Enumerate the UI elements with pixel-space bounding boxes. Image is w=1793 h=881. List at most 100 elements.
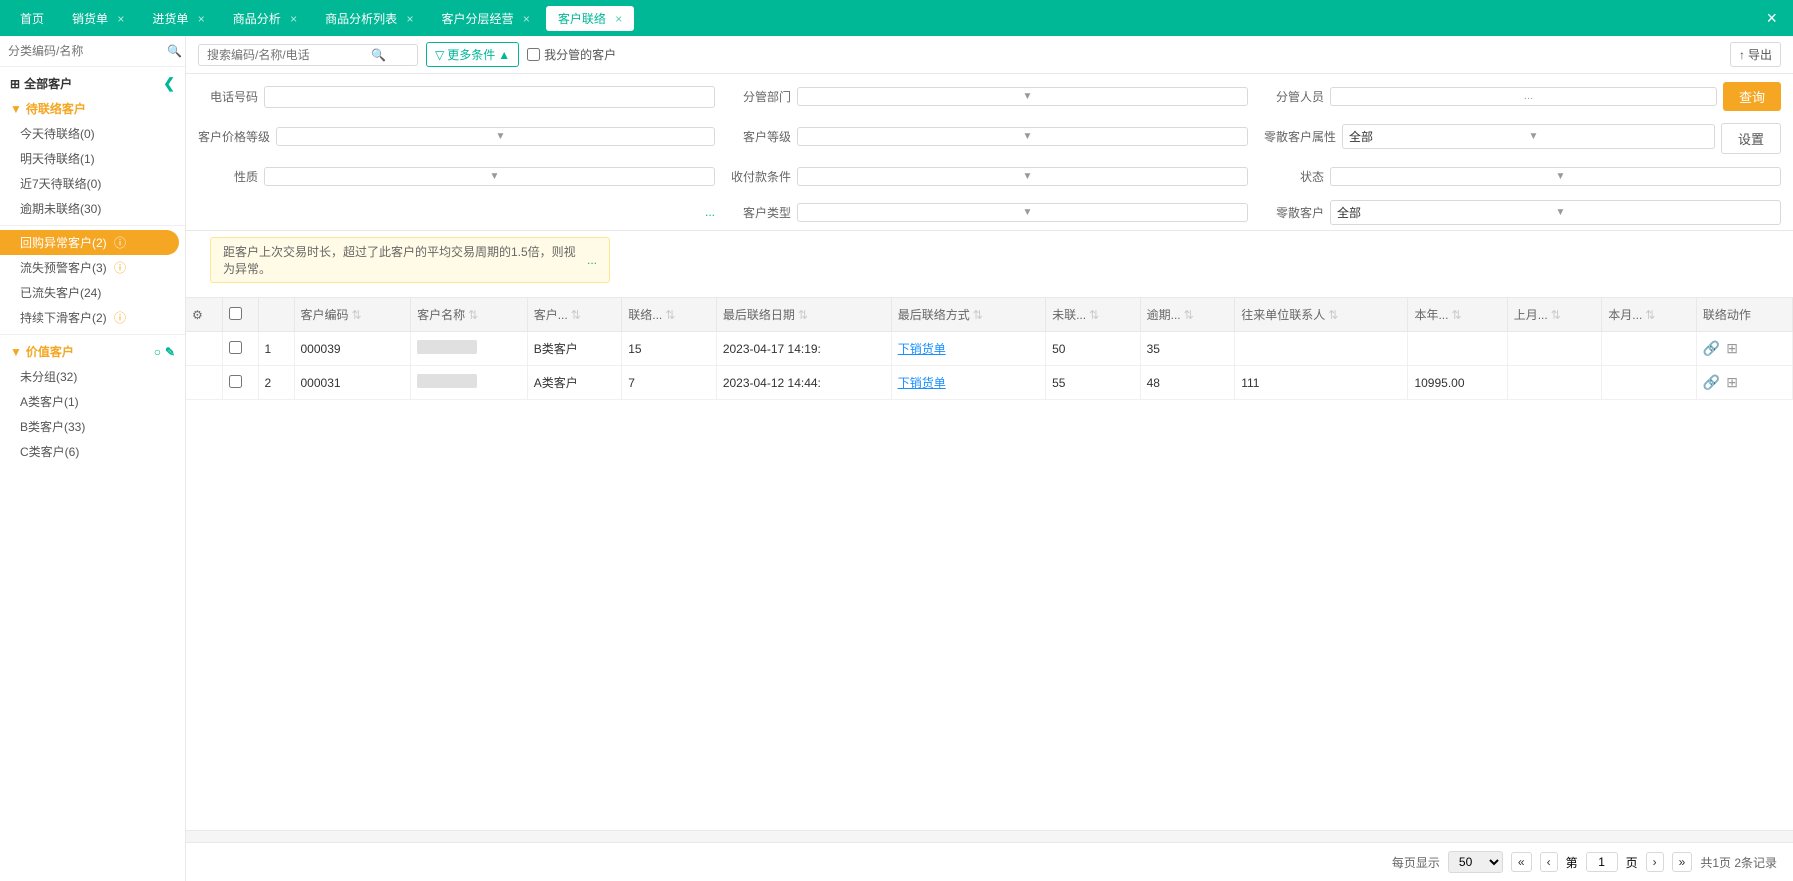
th-contact-label: 联络... <box>628 306 662 323</box>
price-level-select[interactable]: ▼ <box>276 127 715 146</box>
page-input[interactable] <box>1586 852 1618 872</box>
sort-customer-code-icon[interactable]: ⇅ <box>352 308 362 322</box>
my-customers-checkbox[interactable] <box>527 48 540 61</box>
prev-page-button[interactable]: ‹ <box>1540 852 1558 872</box>
customer-level-select[interactable]: ▼ <box>797 127 1248 146</box>
query-button[interactable]: 查询 <box>1723 82 1781 111</box>
sort-company-contact-icon[interactable]: ⇅ <box>1328 308 1338 322</box>
row1-last-contact-date: 2023-04-17 14:19: <box>716 332 891 366</box>
sort-last-contact-method-icon[interactable]: ⇅ <box>973 308 983 322</box>
more-conditions-button[interactable]: ▽ 更多条件 ▲ <box>426 42 519 67</box>
th-last-month: 上月... ⇅ <box>1507 298 1602 332</box>
sidebar-search-icon[interactable]: 🔍 <box>167 44 182 58</box>
tooltip-container: 距客户上次交易时长，超过了此客户的平均交易周期的1.5倍，则视为异常。 ... <box>186 231 1793 298</box>
row2-customer-name <box>411 366 528 400</box>
per-page-select[interactable]: 50 100 200 <box>1448 851 1503 873</box>
nav-purchase-order[interactable]: 进货单 × <box>140 6 216 31</box>
first-page-button[interactable]: « <box>1511 852 1532 872</box>
th-contact: 联络... ⇅ <box>622 298 717 332</box>
retail-customer-select[interactable]: 全部 ▼ <box>1330 200 1781 225</box>
row1-action-link-icon[interactable]: 🔗 <box>1703 340 1720 357</box>
close-customer-stratification-icon[interactable]: × <box>523 12 530 26</box>
manager-select[interactable]: … <box>1330 87 1717 106</box>
nav-customer-stratification[interactable]: 客户分层经营 × <box>430 6 542 31</box>
th-customer-code: 客户编码 ⇅ <box>294 298 411 332</box>
row1-action-grid-icon[interactable]: ⊞ <box>1726 340 1738 357</box>
sidebar-search-input[interactable] <box>8 44 163 58</box>
gender-select[interactable]: ▼ <box>264 167 715 186</box>
collapse-sidebar-icon[interactable]: ❮ <box>163 75 175 92</box>
close-sales-order-icon[interactable]: × <box>117 12 124 26</box>
nav-sales-order[interactable]: 销货单 × <box>60 6 136 31</box>
sort-overdue-icon[interactable]: ⇅ <box>1184 308 1194 322</box>
dept-select[interactable]: ▼ <box>797 87 1248 106</box>
row1-checkbox[interactable] <box>229 341 242 354</box>
value-customer-edit-icon[interactable]: ✎ <box>165 345 175 359</box>
row2-uncontacted: 55 <box>1046 366 1141 400</box>
sidebar-item-group-c[interactable]: C类客户(6) <box>0 439 185 464</box>
th-checkbox <box>222 298 258 332</box>
sort-customer-type-icon[interactable]: ⇅ <box>571 308 581 322</box>
last-page-button[interactable]: » <box>1672 852 1693 872</box>
sort-current-year-icon[interactable]: ⇅ <box>1451 308 1461 322</box>
advanced-filter-panel: 电话号码 分管部门 ▼ 分管人员 … 查询 <box>186 74 1793 231</box>
th-index <box>258 298 294 332</box>
nav-product-analysis[interactable]: 商品分析 × <box>221 6 309 31</box>
customer-type-select[interactable]: ▼ <box>797 203 1248 222</box>
nav-home[interactable]: 首页 <box>8 6 56 31</box>
payment-select[interactable]: ▼ <box>797 167 1248 186</box>
sort-last-contact-date-icon[interactable]: ⇅ <box>798 308 808 322</box>
row2-checkbox[interactable] <box>229 375 242 388</box>
close-customer-contact-icon[interactable]: × <box>615 12 622 26</box>
sidebar-item-lost[interactable]: 已流失客户(24) <box>0 280 185 305</box>
sort-contact-icon[interactable]: ⇅ <box>665 308 675 322</box>
row2-last-contact-method-link[interactable]: 下销货单 <box>898 376 946 390</box>
sidebar-item-group-a[interactable]: A类客户(1) <box>0 389 185 414</box>
row2-last-month <box>1507 366 1602 400</box>
sidebar-item-repurchase-abnormal[interactable]: 回购异常客户(2) ⓘ <box>0 230 179 255</box>
next-page-button[interactable]: › <box>1646 852 1664 872</box>
export-button[interactable]: ↑ 导出 <box>1730 42 1781 67</box>
pending-contact-group[interactable]: ▼ 待联络客户 <box>0 96 185 121</box>
sidebar-item-7days-pending[interactable]: 近7天待联络(0) <box>0 171 185 196</box>
value-customer-circle-icon[interactable]: ○ <box>154 345 161 359</box>
close-purchase-order-icon[interactable]: × <box>198 12 205 26</box>
sidebar-item-lost-warning[interactable]: 流失预警客户(3) ⓘ <box>0 255 185 280</box>
sort-customer-name-icon[interactable]: ⇅ <box>468 308 478 322</box>
phone-input[interactable] <box>264 86 715 108</box>
more-filter-button[interactable]: ... <box>705 205 715 219</box>
sort-last-month-icon[interactable]: ⇅ <box>1551 308 1561 322</box>
retail-attr-select[interactable]: 全部 ▼ <box>1342 124 1715 149</box>
row1-current-month <box>1602 332 1697 366</box>
row1-last-contact-method-link[interactable]: 下销货单 <box>898 342 946 356</box>
sidebar-item-declining[interactable]: 持续下滑客户(2) ⓘ <box>0 305 185 330</box>
window-close-button[interactable]: × <box>1758 8 1785 29</box>
nav-customer-contact[interactable]: 客户联络 × <box>546 6 634 31</box>
manager-label: 分管人员 <box>1264 88 1324 105</box>
sort-uncontacted-icon[interactable]: ⇅ <box>1089 308 1099 322</box>
search-input[interactable] <box>207 48 367 62</box>
close-product-analysis-icon[interactable]: × <box>290 12 297 26</box>
row2-index: 2 <box>258 366 294 400</box>
tooltip-more[interactable]: ... <box>587 253 597 267</box>
retail-attr-filter-row: 零散客户属性 全部 ▼ 设置 <box>1264 119 1781 154</box>
price-level-filter-row: 客户价格等级 ▼ <box>198 123 715 151</box>
search-icon[interactable]: 🔍 <box>371 48 386 62</box>
settings-button[interactable]: 设置 <box>1721 123 1781 154</box>
sidebar-item-overdue-pending[interactable]: 逾期未联络(30) <box>0 196 185 221</box>
sidebar-item-unsegmented[interactable]: 未分组(32) <box>0 364 185 389</box>
nav-product-analysis-list[interactable]: 商品分析列表 × <box>313 6 425 31</box>
sidebar-item-today-pending[interactable]: 今天待联络(0) <box>0 121 185 146</box>
status-select[interactable]: ▼ <box>1330 167 1781 186</box>
row1-index: 1 <box>258 332 294 366</box>
sidebar-item-group-b[interactable]: B类客户(33) <box>0 414 185 439</box>
horizontal-scrollbar[interactable] <box>186 830 1793 842</box>
top-navigation: 首页 销货单 × 进货单 × 商品分析 × 商品分析列表 × 客户分层经营 × … <box>0 0 1793 36</box>
gear-icon[interactable]: ⚙ <box>192 308 203 322</box>
row2-action-link-icon[interactable]: 🔗 <box>1703 374 1720 391</box>
select-all-checkbox[interactable] <box>229 307 242 320</box>
close-product-analysis-list-icon[interactable]: × <box>407 12 414 26</box>
sort-current-month-icon[interactable]: ⇅ <box>1645 308 1655 322</box>
row2-action-grid-icon[interactable]: ⊞ <box>1726 374 1738 391</box>
sidebar-item-tomorrow-pending[interactable]: 明天待联络(1) <box>0 146 185 171</box>
